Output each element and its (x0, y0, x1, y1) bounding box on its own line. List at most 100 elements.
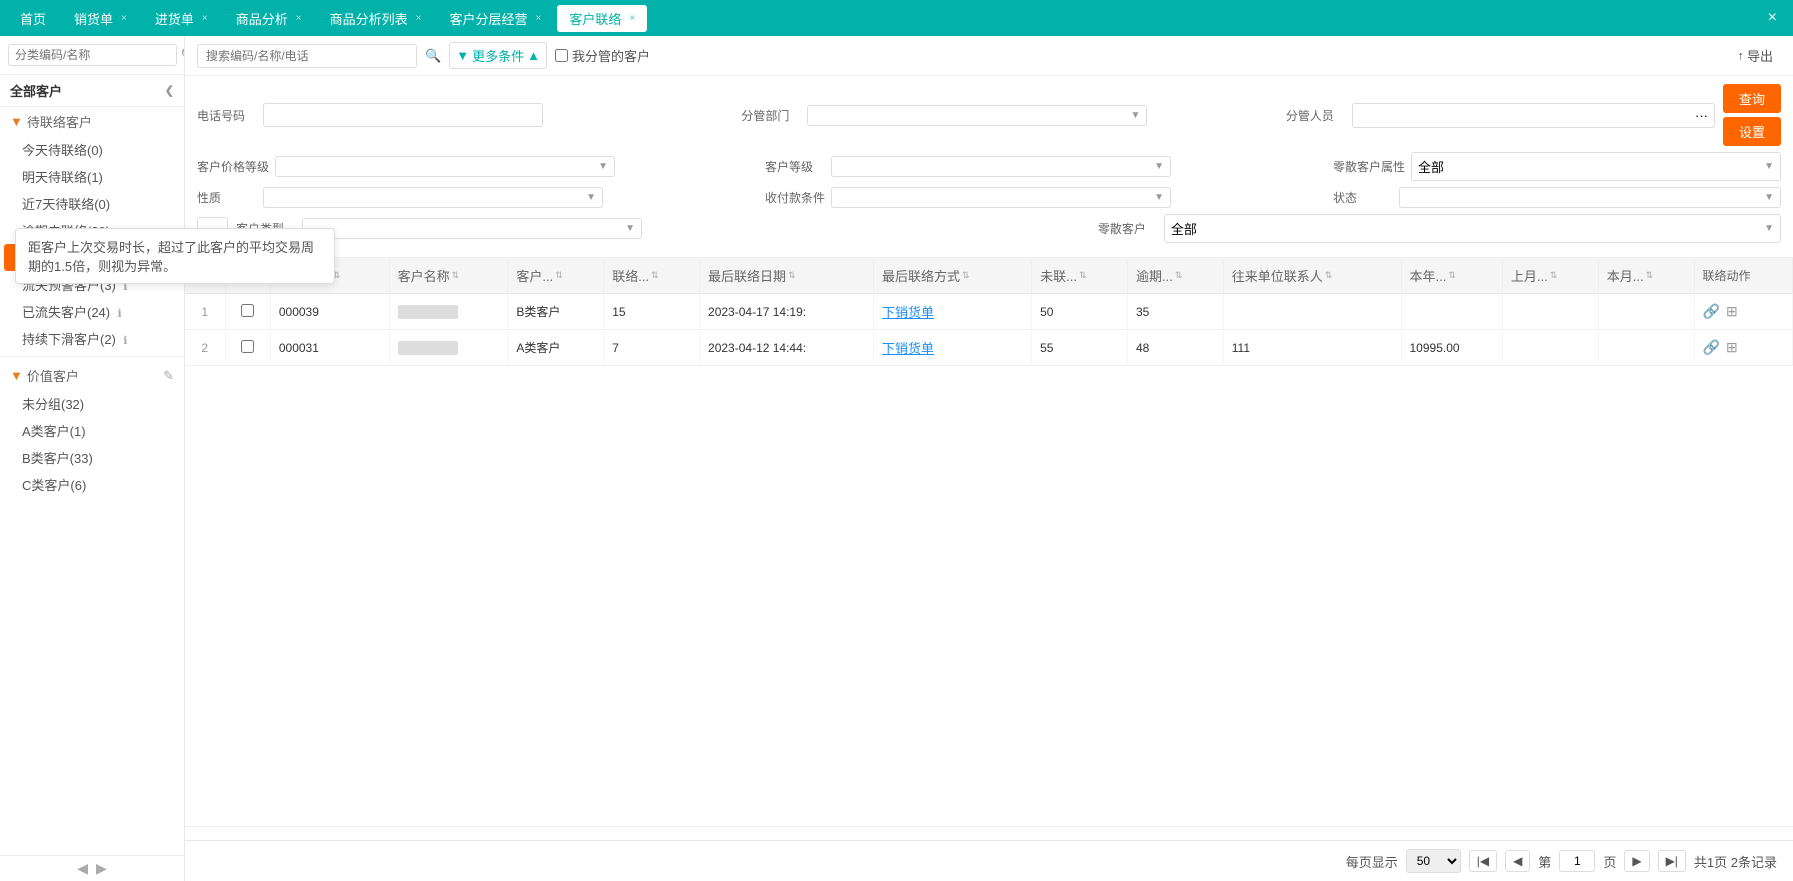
close-purchase-tab[interactable]: × (202, 13, 208, 24)
sidebar-item-tomorrow-pending[interactable]: 明天待联络(1) (0, 163, 184, 190)
sidebar-item-declining[interactable]: 持续下滑客户(2) ℹ (0, 325, 184, 352)
phone-input[interactable] (263, 103, 543, 127)
nav-customer-tier[interactable]: 客户分层经营 × (437, 5, 553, 32)
sidebar-item-a-class[interactable]: A类客户(1) (0, 417, 184, 444)
nav-home[interactable]: 首页 (8, 5, 58, 32)
export-button[interactable]: ↑ 导出 (1729, 43, 1781, 68)
filter-row-1: 电话号码 分管部门 ▼ 分管人员 ··· (197, 84, 1781, 146)
status-select[interactable]: ▼ (1399, 187, 1781, 208)
th-type-label: 客户... (516, 266, 553, 285)
per-page-select[interactable]: 50 100 200 (1406, 849, 1461, 873)
th-last-month: 上月... ⇅ (1502, 258, 1598, 294)
more-conditions-button[interactable]: ▼ 更多条件 ▲ (449, 42, 547, 69)
payment-select[interactable]: ▼ (831, 187, 1171, 208)
sidebar-nav-right[interactable]: ▶ (96, 860, 107, 877)
row-code: 000039 (270, 294, 389, 330)
edit-icon[interactable]: ✎ (163, 368, 174, 384)
horizontal-scrollbar[interactable] (185, 826, 1793, 840)
retail-attr-select[interactable]: 全部 ▼ (1411, 152, 1781, 181)
settings-button[interactable]: 设置 (1723, 117, 1781, 146)
sidebar-all-customers[interactable]: 全部客户 ❮ (0, 75, 184, 107)
gender-select[interactable]: ▼ (263, 187, 603, 208)
sort-icon-contact-person[interactable]: ⇅ (1325, 270, 1333, 281)
sort-icon-contact[interactable]: ⇅ (651, 270, 659, 281)
sidebar-collapse-icon: ❮ (165, 84, 174, 97)
info-icon-declining: ℹ (123, 335, 127, 347)
th-last-method-label: 最后联络方式 (882, 266, 960, 285)
nav-customer-contact[interactable]: 客户联络 × (557, 5, 647, 32)
sort-icon-name[interactable]: ⇅ (452, 270, 460, 281)
prev-page-btn[interactable]: ◀ (1505, 850, 1530, 872)
sidebar-search-input[interactable] (8, 44, 177, 66)
row-last-date: 2023-04-12 14:44: (700, 330, 874, 366)
sidebar-search-area: 🔍 (0, 36, 184, 75)
sort-icon-last-method[interactable]: ⇅ (962, 270, 970, 281)
close-product-analysis-tab[interactable]: × (296, 13, 302, 24)
last-page-btn[interactable]: ▶| (1658, 850, 1686, 872)
window-close-button[interactable]: × (1760, 5, 1785, 31)
dept-select[interactable]: ▼ (807, 105, 1147, 126)
search-input[interactable] (197, 44, 417, 68)
sidebar-item-churned[interactable]: 已流失客户(24) ℹ (0, 298, 184, 325)
detail-action-icon[interactable]: ⊞ (1726, 303, 1738, 320)
row-last-method: 下销货单 (874, 330, 1032, 366)
close-sales-tab[interactable]: × (121, 13, 127, 24)
my-customers-checkbox-area[interactable]: 我分管的客户 (555, 46, 650, 65)
first-page-btn[interactable]: |◀ (1469, 850, 1497, 872)
nav-sales[interactable]: 销货单 × (62, 5, 139, 32)
close-product-analysis-list-tab[interactable]: × (416, 13, 422, 24)
close-customer-tier-tab[interactable]: × (535, 13, 541, 24)
main-layout: 🔍 全部客户 ❮ ▼ 待联络客户 今天待联络(0) 明天待联络(1) 近7天待联… (0, 36, 1793, 881)
sidebar-pending-section[interactable]: ▼ 待联络客户 (0, 107, 184, 136)
nav-product-analysis-list[interactable]: 商品分析列表 × (318, 5, 434, 32)
customer-level-select[interactable]: ▼ (831, 156, 1171, 177)
manager-select[interactable]: ··· (1352, 103, 1715, 128)
sidebar-item-c-class[interactable]: C类客户(6) (0, 471, 184, 498)
row-checkbox[interactable] (225, 294, 270, 330)
row-actions: 🔗 ⊞ (1694, 294, 1792, 330)
sidebar-item-b-class[interactable]: B类客户(33) (0, 444, 184, 471)
sidebar-item-today-pending[interactable]: 今天待联络(0) (0, 136, 184, 163)
retail-customer-select[interactable]: 全部 ▼ (1164, 214, 1781, 243)
sort-icon-overdue[interactable]: ⇅ (1175, 270, 1183, 281)
filter-search-icon[interactable]: 🔍 (425, 48, 441, 64)
next-page-btn[interactable]: ▶ (1624, 850, 1649, 872)
sort-icon-type[interactable]: ⇅ (555, 270, 563, 281)
sidebar-nav-left[interactable]: ◀ (77, 860, 88, 877)
sort-icon-last-month[interactable]: ⇅ (1550, 270, 1558, 281)
detail-action-icon[interactable]: ⊞ (1726, 339, 1738, 356)
th-overdue-label: 逾期... (1136, 266, 1173, 285)
page-suffix: 页 (1603, 852, 1616, 871)
contact-action-icon[interactable]: 🔗 (1703, 303, 1720, 320)
filter-status-field: 状态 ▼ (1333, 187, 1781, 208)
sidebar-item-7days-pending[interactable]: 近7天待联络(0) (0, 190, 184, 217)
sort-icon-year[interactable]: ⇅ (1448, 270, 1456, 281)
sidebar-value-section[interactable]: ▼ 价值客户 ✎ (0, 361, 184, 390)
filter-icon: ▼ (456, 48, 469, 63)
nav-product-analysis[interactable]: 商品分析 × (224, 5, 314, 32)
sidebar-content: 全部客户 ❮ ▼ 待联络客户 今天待联络(0) 明天待联络(1) 近7天待联络(… (0, 75, 184, 855)
filter-dept-field: 分管部门 ▼ (741, 105, 1277, 126)
page-input[interactable] (1559, 850, 1595, 872)
filter-manager-field: 分管人员 ··· (1286, 103, 1715, 128)
sort-icon-last-date[interactable]: ⇅ (788, 270, 796, 281)
sort-icon-unlinked[interactable]: ⇅ (1079, 270, 1087, 281)
close-customer-contact-tab[interactable]: × (629, 13, 635, 24)
row-checkbox[interactable] (225, 330, 270, 366)
row-contact-count: 7 (604, 330, 700, 366)
content-area: 🔍 ▼ 更多条件 ▲ 我分管的客户 ↑ 导出 电话号码 (185, 36, 1793, 881)
filter-phone-field: 电话号码 (197, 103, 733, 127)
my-customers-checkbox[interactable] (555, 49, 568, 62)
price-level-select[interactable]: ▼ (275, 156, 615, 177)
table-row: 2 000031 A类客户 7 2023-04-12 14:44: 下销货单 5… (185, 330, 1793, 366)
customer-type-select[interactable]: ▼ (302, 218, 642, 239)
th-contact-person: 往来单位联系人 ⇅ (1223, 258, 1401, 294)
filter-price-field: 客户价格等级 ▼ (197, 156, 757, 177)
nav-purchase[interactable]: 进货单 × (143, 5, 220, 32)
top-nav: 首页 销货单 × 进货单 × 商品分析 × 商品分析列表 × 客户分层经营 × … (0, 0, 1793, 36)
query-button[interactable]: 查询 (1723, 84, 1781, 113)
row-year-amount: 10995.00 (1401, 330, 1502, 366)
sidebar-item-ungrouped[interactable]: 未分组(32) (0, 390, 184, 417)
contact-action-icon[interactable]: 🔗 (1703, 339, 1720, 356)
sort-icon-this-month[interactable]: ⇅ (1646, 270, 1654, 281)
